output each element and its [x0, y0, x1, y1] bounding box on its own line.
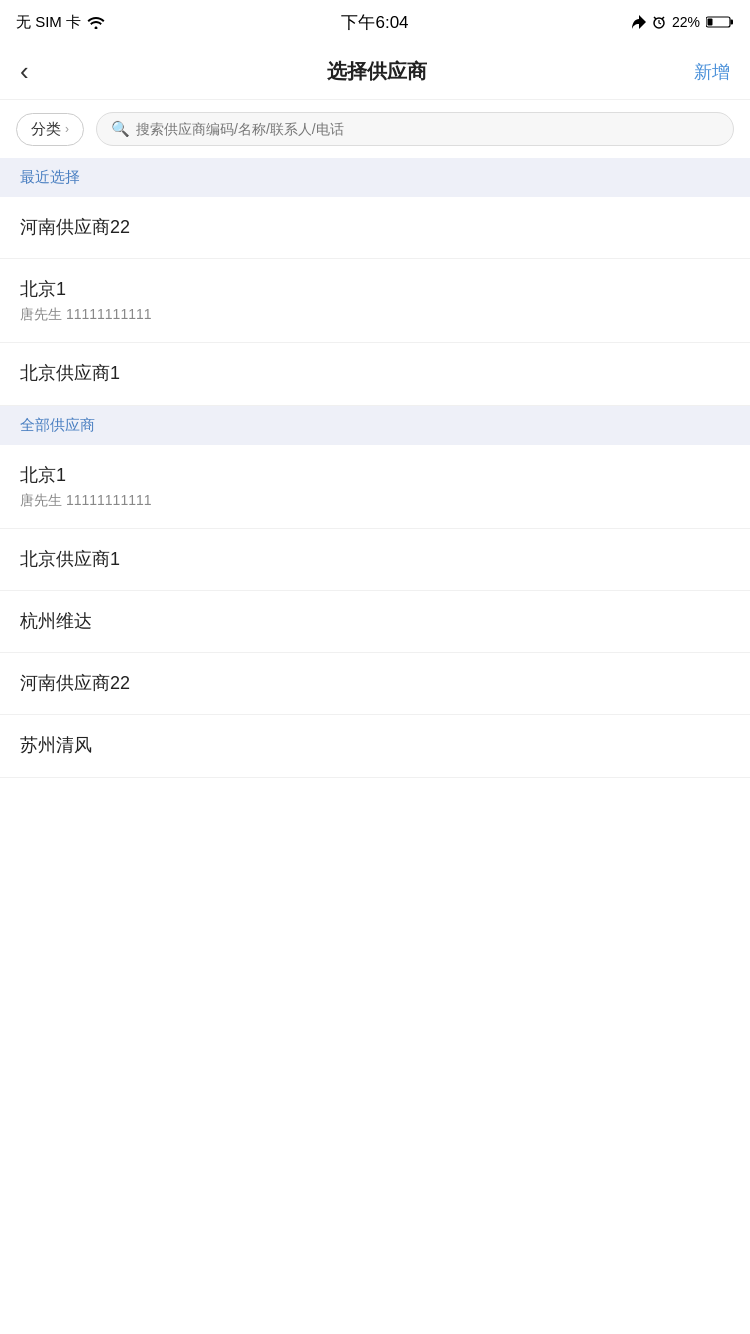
item-name: 北京1 [20, 463, 730, 488]
search-icon: 🔍 [111, 120, 130, 138]
battery-percent: 22% [672, 14, 700, 30]
page-title: 选择供应商 [327, 58, 427, 85]
chevron-icon: › [65, 122, 69, 136]
category-label: 分类 [31, 120, 61, 139]
status-right: 22% [632, 14, 734, 30]
item-name: 苏州清风 [20, 733, 730, 758]
item-name: 河南供应商22 [20, 215, 730, 240]
alarm-icon [652, 15, 666, 29]
status-time: 下午6:04 [341, 11, 408, 34]
svg-rect-2 [731, 20, 734, 25]
item-sub: 唐先生 11111111111 [20, 306, 730, 324]
item-name: 北京供应商1 [20, 547, 730, 572]
wifi-icon [87, 15, 105, 29]
recent-section-header: 最近选择 [0, 158, 750, 197]
back-button[interactable]: ‹ [20, 56, 60, 87]
category-button[interactable]: 分类 › [16, 113, 84, 146]
item-name: 杭州维达 [20, 609, 730, 634]
list-item[interactable]: 北京供应商1 [0, 343, 750, 405]
item-name: 河南供应商22 [20, 671, 730, 696]
item-name: 北京1 [20, 277, 730, 302]
list-item[interactable]: 北京1 唐先生 11111111111 [0, 445, 750, 529]
add-button[interactable]: 新增 [694, 60, 730, 84]
all-items-list: 北京1 唐先生 11111111111 北京供应商1 杭州维达河南供应商22 苏州清风 [0, 445, 750, 778]
status-left: 无 SIM 卡 [16, 13, 105, 32]
location-icon [632, 15, 646, 29]
list-item[interactable]: 河南供应商22 [0, 197, 750, 259]
item-name: 北京供应商1 [20, 361, 730, 386]
nav-bar: ‹ 选择供应商 新增 [0, 44, 750, 100]
status-bar: 无 SIM 卡 下午6:04 22% [0, 0, 750, 44]
search-input[interactable] [136, 121, 719, 137]
filter-bar: 分类 › 🔍 [0, 100, 750, 158]
list-item[interactable]: 北京供应商1 [0, 529, 750, 591]
list-item[interactable]: 苏州清风 [0, 715, 750, 777]
recent-items-list: 河南供应商22 北京1 唐先生 11111111111 北京供应商1 [0, 197, 750, 406]
list-item[interactable]: 北京1 唐先生 11111111111 [0, 259, 750, 343]
item-sub: 唐先生 11111111111 [20, 492, 730, 510]
list-item[interactable]: 杭州维达 [0, 591, 750, 653]
svg-rect-3 [708, 19, 713, 26]
all-section-header: 全部供应商 [0, 406, 750, 445]
sim-status: 无 SIM 卡 [16, 13, 81, 32]
list-item[interactable]: 河南供应商22 [0, 653, 750, 715]
search-box: 🔍 [96, 112, 734, 146]
battery-icon [706, 15, 734, 29]
